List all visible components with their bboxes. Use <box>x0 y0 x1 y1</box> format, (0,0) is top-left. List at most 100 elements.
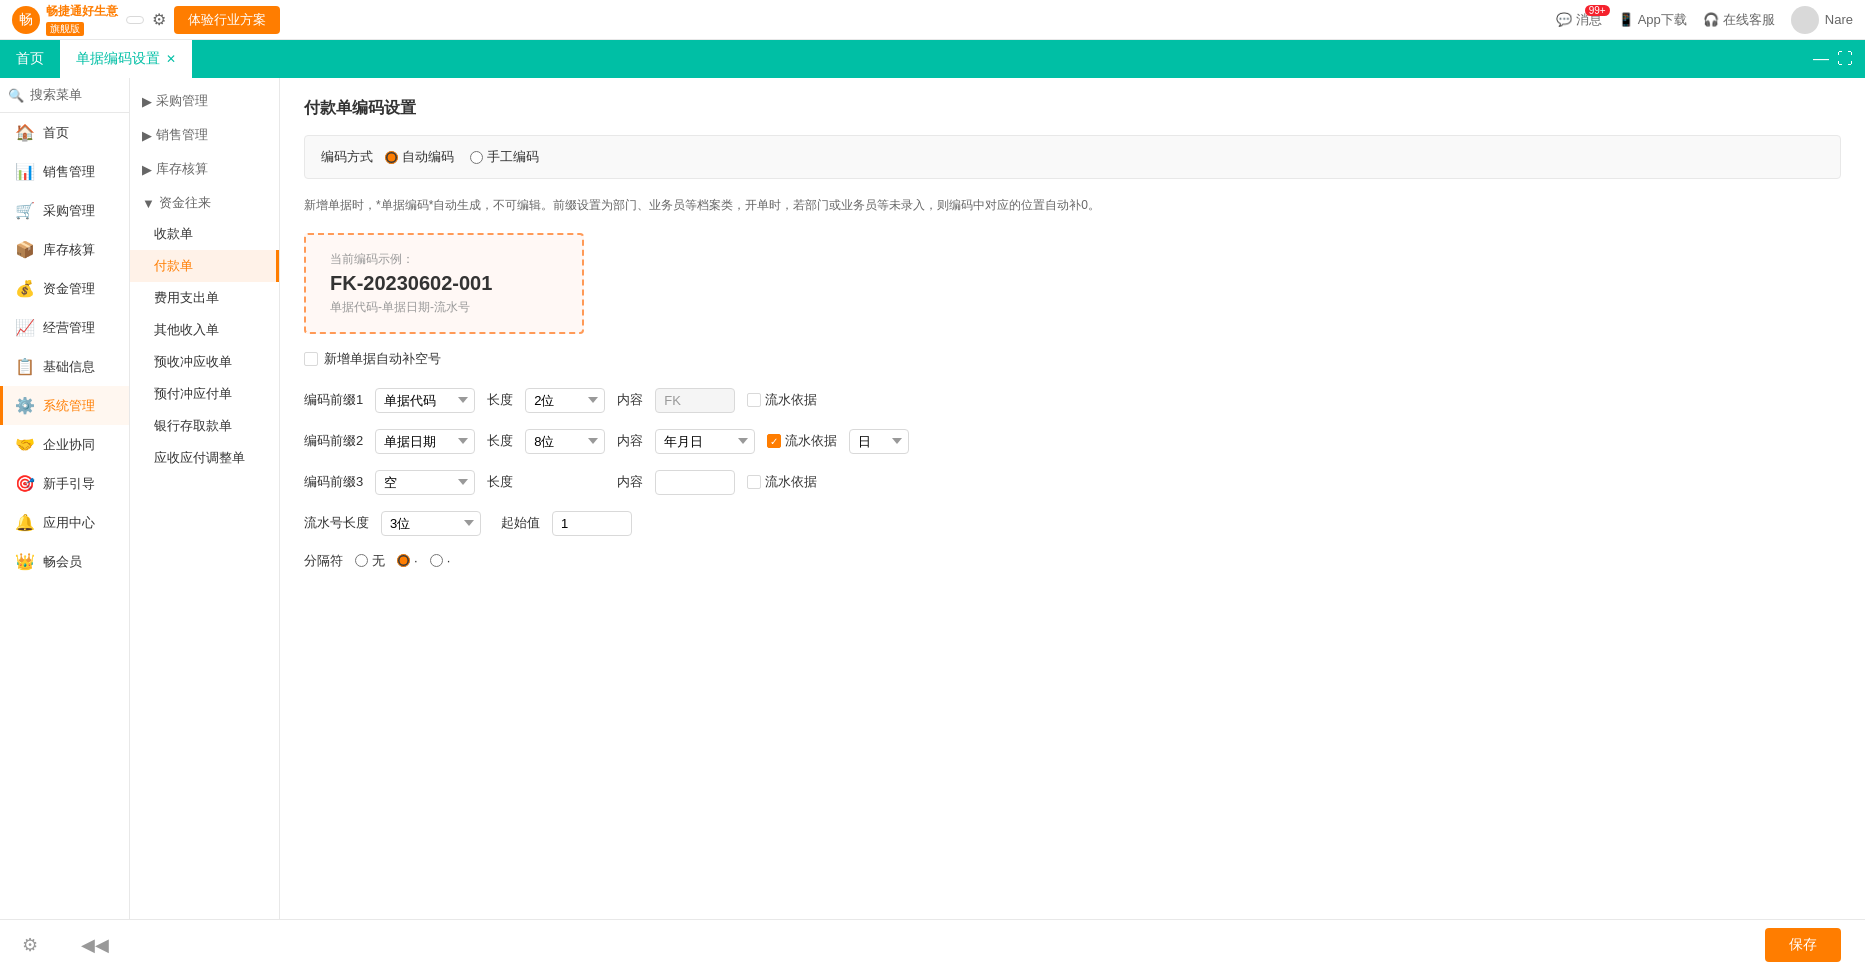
sidebar-item-inventory[interactable]: 📦 库存核算 <box>0 230 129 269</box>
content-area: ▶ 采购管理 ▶ 销售管理 ▶ 库存核算 ▼ 资金往来 <box>130 78 1865 969</box>
stream1-checkbox[interactable]: 流水依据 <box>747 391 817 409</box>
sidebar-item-guide[interactable]: 🎯 新手引导 <box>0 464 129 503</box>
settings-icon[interactable]: ⚙ <box>152 10 166 29</box>
sidebar-settings-icon[interactable]: ⚙ <box>14 930 46 960</box>
user-area[interactable]: Nare <box>1791 6 1853 34</box>
stream2-checkbox[interactable]: ✓ 流水依据 <box>767 432 837 450</box>
prefix-row-2: 编码前缀2 单据日期 长度 8位 内容 年月日 ✓ 流水依据 日 <box>304 429 1841 454</box>
save-button[interactable]: 保存 <box>1765 928 1841 962</box>
code-preview-label: 当前编码示例： <box>330 251 558 268</box>
auto-code-radio[interactable]: 自动编码 <box>385 148 454 166</box>
content2-label: 内容 <box>617 432 643 450</box>
content2-select[interactable]: 年月日 <box>655 429 755 454</box>
prefix3-select[interactable]: 空 <box>375 470 475 495</box>
stream2-period-select[interactable]: 日 <box>849 429 909 454</box>
left-nav-item-advance-receivable[interactable]: 预收冲应收单 <box>130 346 279 378</box>
auto-fill-row: 新增单据自动补空号 <box>304 350 1841 368</box>
chevron-down-icon: ▼ <box>142 196 155 211</box>
prefix-row-1: 编码前缀1 单据代码 长度 2位 内容 流水依据 <box>304 388 1841 413</box>
stream3-checkbox[interactable]: 流水依据 <box>747 473 817 491</box>
left-nav-item-receipt[interactable]: 收款单 <box>130 218 279 250</box>
manual-code-input[interactable] <box>470 151 483 164</box>
stream2-checked-icon[interactable]: ✓ <box>767 434 781 448</box>
code-preview-desc: 单据代码-单据日期-流水号 <box>330 299 558 316</box>
chevron-right-icon3: ▶ <box>142 162 152 177</box>
left-nav-item-ar-ap-adjust[interactable]: 应收应付调整单 <box>130 442 279 474</box>
maximize-icon[interactable]: ⛶ <box>1837 50 1853 68</box>
close-tab-icon[interactable]: ✕ <box>166 52 176 66</box>
sidebar-item-member[interactable]: 👑 畅会员 <box>0 542 129 581</box>
sep-dot-input[interactable] <box>397 554 410 567</box>
online-service-button[interactable]: 🎧 在线客服 <box>1703 11 1775 29</box>
left-nav-item-expense[interactable]: 费用支出单 <box>130 282 279 314</box>
prefix1-select[interactable]: 单据代码 <box>375 388 475 413</box>
message-badge: 99+ <box>1585 5 1610 16</box>
sidebar-search[interactable]: 🔍 搜索菜单 <box>0 78 129 113</box>
length1-select[interactable]: 2位 <box>525 388 605 413</box>
code-preview-box: 当前编码示例： FK-20230602-001 单据代码-单据日期-流水号 <box>304 233 584 334</box>
minimize-icon[interactable]: — <box>1813 50 1829 68</box>
tab-home[interactable]: 首页 <box>0 40 60 78</box>
sidebar-collapse-icon[interactable]: ◀◀ <box>73 930 117 960</box>
sep-dot2-radio[interactable]: · <box>430 553 451 568</box>
sidebar-item-sales[interactable]: 📊 销售管理 <box>0 152 129 191</box>
window-controls: — ⛶ <box>1813 50 1865 68</box>
logo: 畅 畅捷通好生意 旗舰版 <box>12 3 118 36</box>
left-nav-group-purchase-title[interactable]: ▶ 采购管理 <box>130 86 279 116</box>
guide-icon: 🎯 <box>15 474 35 493</box>
manual-code-radio[interactable]: 手工编码 <box>470 148 539 166</box>
content3-input[interactable] <box>655 470 735 495</box>
tab-voucher-encoding[interactable]: 单据编码设置 ✕ <box>60 40 192 78</box>
left-nav-group-inventory-title[interactable]: ▶ 库存核算 <box>130 154 279 184</box>
message-button[interactable]: 💬 消息 99+ <box>1556 11 1602 29</box>
left-nav-group-sales-title[interactable]: ▶ 销售管理 <box>130 120 279 150</box>
enterprise-icon: 🤝 <box>15 435 35 454</box>
auto-fill-checkbox[interactable] <box>304 352 318 366</box>
start-value-input[interactable] <box>552 511 632 536</box>
length1-label: 长度 <box>487 391 513 409</box>
prefix2-select[interactable]: 单据日期 <box>375 429 475 454</box>
experience-button[interactable]: 体验行业方案 <box>174 6 280 34</box>
encoding-method-label: 编码方式 <box>321 148 373 166</box>
length2-select[interactable]: 8位 <box>525 429 605 454</box>
sidebar-item-business[interactable]: 📈 经营管理 <box>0 308 129 347</box>
left-nav-group-purchase: ▶ 采购管理 <box>130 86 279 116</box>
finance-icon: 💰 <box>15 279 35 298</box>
basic-icon: 📋 <box>15 357 35 376</box>
sep-none-radio[interactable]: 无 <box>355 552 385 570</box>
company-dropdown[interactable] <box>126 16 144 24</box>
prefix3-label: 编码前缀3 <box>304 473 363 491</box>
app-download-button[interactable]: 📱 App下载 <box>1618 11 1687 29</box>
content1-label: 内容 <box>617 391 643 409</box>
sidebar-item-purchase[interactable]: 🛒 采购管理 <box>0 191 129 230</box>
sep-dot-radio[interactable]: · <box>397 553 418 568</box>
sep-dot2-input[interactable] <box>430 554 443 567</box>
sidebar-item-home[interactable]: 🏠 首页 <box>0 113 129 152</box>
encoding-method-section: 编码方式 自动编码 手工编码 <box>304 135 1841 179</box>
left-nav-item-other-income[interactable]: 其他收入单 <box>130 314 279 346</box>
content1-input[interactable] <box>655 388 735 413</box>
left-nav-item-payment[interactable]: 付款单 <box>130 250 279 282</box>
sidebar-item-finance[interactable]: 💰 资金管理 <box>0 269 129 308</box>
sidebar-item-basic[interactable]: 📋 基础信息 <box>0 347 129 386</box>
purchase-icon: 🛒 <box>15 201 35 220</box>
sidebar-item-enterprise[interactable]: 🤝 企业协同 <box>0 425 129 464</box>
separator-label: 分隔符 <box>304 552 343 570</box>
nav-tabs: 首页 单据编码设置 ✕ — ⛶ <box>0 40 1865 78</box>
search-icon: 🔍 <box>8 88 24 103</box>
home-icon: 🏠 <box>15 123 35 142</box>
left-nav-group-inventory: ▶ 库存核算 <box>130 154 279 184</box>
sidebar-item-apps[interactable]: 🔔 应用中心 <box>0 503 129 542</box>
left-nav-group-capital-title[interactable]: ▼ 资金往来 <box>130 188 279 218</box>
left-nav-item-bank[interactable]: 银行存取款单 <box>130 410 279 442</box>
member-icon: 👑 <box>15 552 35 571</box>
auto-code-input[interactable] <box>385 151 398 164</box>
left-nav-group-capital: ▼ 资金往来 收款单 付款单 费用支出单 其他收入单 预收冲应收单 预付冲应付单… <box>130 188 279 474</box>
sidebar-item-system[interactable]: ⚙️ 系统管理 <box>0 386 129 425</box>
left-nav-item-advance-payable[interactable]: 预付冲应付单 <box>130 378 279 410</box>
sep-none-input[interactable] <box>355 554 368 567</box>
serial-length-select[interactable]: 3位 <box>381 511 481 536</box>
sidebar-bottom: ⚙ ◀◀ <box>0 919 130 969</box>
page-title: 付款单编码设置 <box>304 98 1841 119</box>
apps-icon: 🔔 <box>15 513 35 532</box>
